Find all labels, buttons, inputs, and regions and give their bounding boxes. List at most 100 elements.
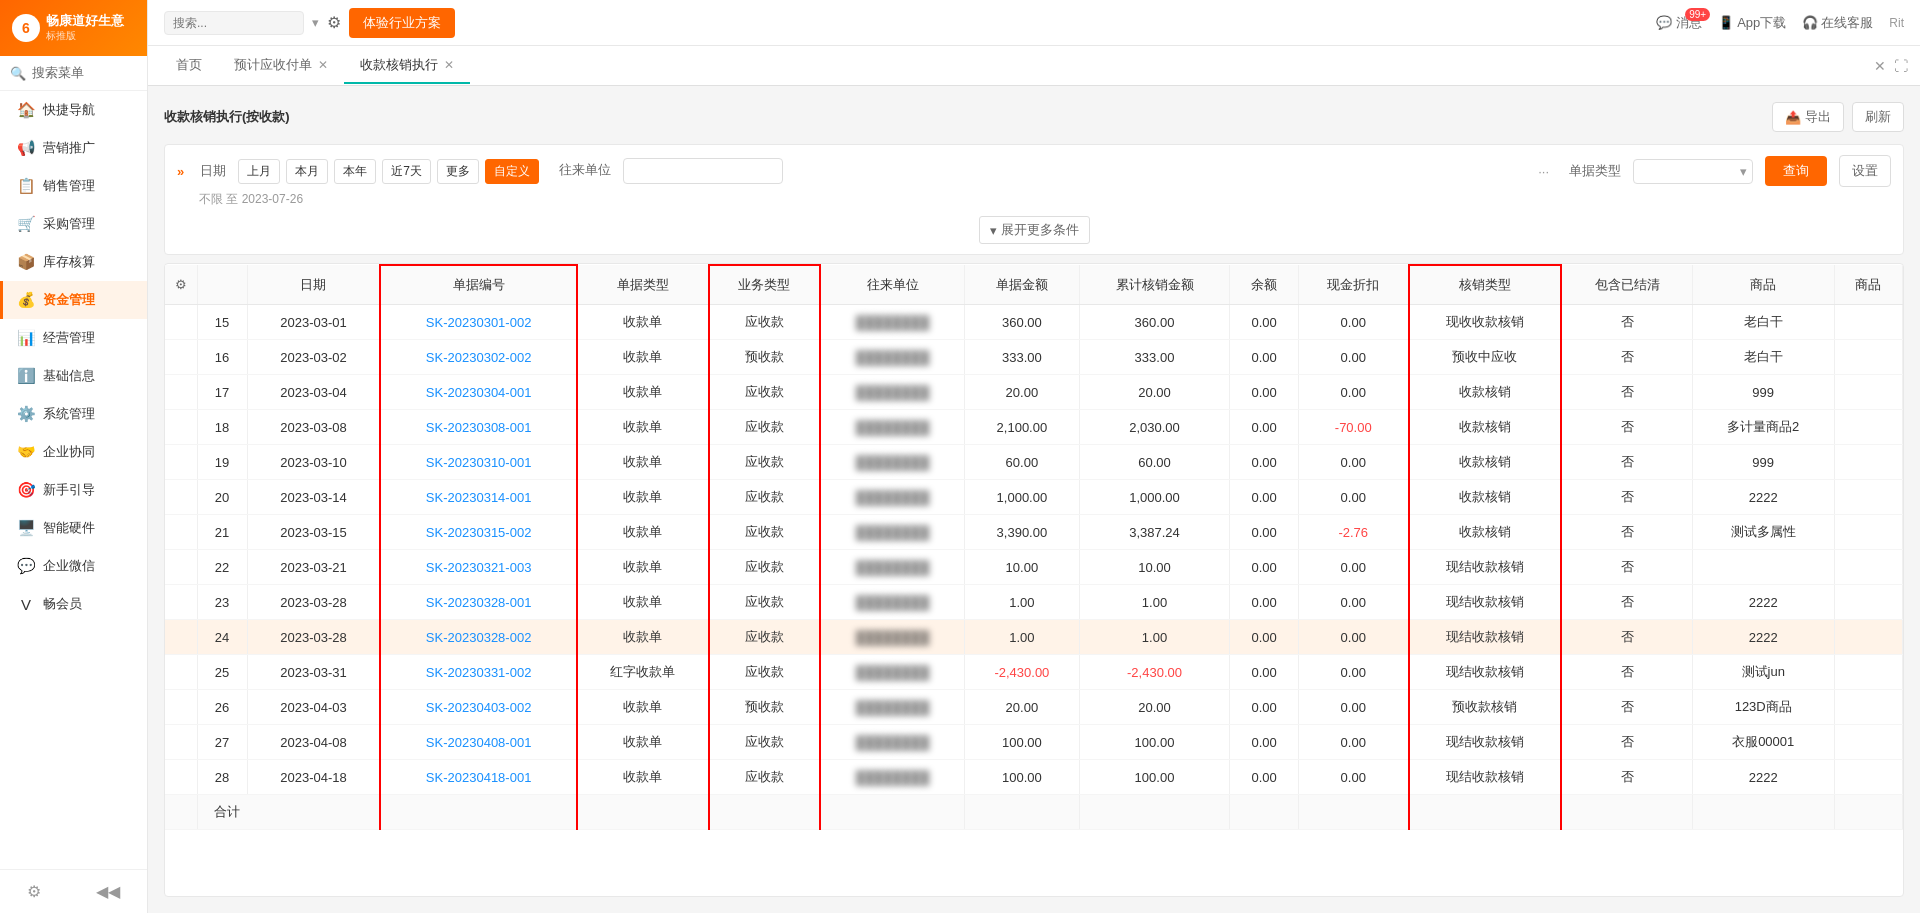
doc-no-link[interactable]: SK-20230321-003	[426, 560, 532, 575]
app-download-link[interactable]: 📱 App下载	[1718, 14, 1786, 32]
th-writeoff-type: 核销类型	[1409, 265, 1562, 305]
tab-receivable[interactable]: 收款核销执行 ✕	[344, 48, 470, 84]
settings-small-button[interactable]: 设置	[1839, 155, 1891, 187]
industry-solution-button[interactable]: 体验行业方案	[349, 8, 455, 38]
last-7-days-btn[interactable]: 近7天	[382, 159, 431, 184]
sidebar-item-sales[interactable]: 📋 销售管理	[0, 167, 147, 205]
topbar-settings-icon[interactable]: ⚙	[327, 13, 341, 32]
topbar-right: 💬 消息 99+ 📱 App下载 🎧 在线客服 Rit	[1656, 14, 1904, 32]
query-button[interactable]: 查询	[1765, 156, 1827, 186]
doc-no-link[interactable]: SK-20230328-001	[426, 595, 532, 610]
totals-label: 合计	[197, 795, 380, 830]
topbar-dropdown-icon[interactable]: ▾	[312, 15, 319, 30]
th-product: 商品	[1692, 265, 1834, 305]
expand-conditions-button[interactable]: ▾ 展开更多条件	[979, 216, 1090, 244]
export-button[interactable]: 📤 导出	[1772, 102, 1844, 132]
sidebar-search[interactable]: 🔍 搜索菜单	[0, 56, 147, 91]
column-settings-th[interactable]: ⚙	[165, 265, 197, 305]
expand-tab-icon[interactable]: ⛶	[1894, 58, 1908, 74]
doc-no-link[interactable]: SK-20230314-001	[426, 490, 532, 505]
sidebar-item-system[interactable]: ⚙️ 系统管理	[0, 395, 147, 433]
sidebar-item-basic[interactable]: ℹ️ 基础信息	[0, 357, 147, 395]
topbar-search-input[interactable]	[164, 11, 304, 35]
table-row: 23 2023-03-28 SK-20230328-001 收款单 应收款 ██…	[165, 585, 1903, 620]
sidebar-menu: 🏠 快捷导航 📢 营销推广 📋 销售管理 🛒 采购管理 📦 库存核算 💰 资金管…	[0, 91, 147, 869]
sidebar-item-quicknav[interactable]: 🏠 快捷导航	[0, 91, 147, 129]
tab-receivable-close[interactable]: ✕	[444, 58, 454, 72]
table-row: 25 2023-03-31 SK-20230331-002 红字收款单 应收款 …	[165, 655, 1903, 690]
filter-toggle-button[interactable]: »	[177, 164, 184, 179]
export-icon: 📤	[1785, 110, 1801, 125]
filter-bar: » 日期 上月 本月 本年 近7天 更多 自定义 往来单位 ··· 单据类型	[164, 144, 1904, 255]
hardware-icon: 🖥️	[17, 519, 35, 537]
page-title: 收款核销执行(按收款)	[164, 108, 290, 126]
close-all-tab-icon[interactable]: ✕	[1874, 58, 1886, 74]
date-range-label: 不限 至 2023-07-26	[199, 191, 1891, 208]
doc-no-link[interactable]: SK-20230302-002	[426, 350, 532, 365]
th-doc-no: 单据编号	[380, 265, 576, 305]
th-total-writeoff: 累计核销金额	[1079, 265, 1230, 305]
doc-no-link[interactable]: SK-20230408-001	[426, 735, 532, 750]
sidebar-item-finance[interactable]: 💰 资金管理	[0, 281, 147, 319]
headset-icon: 🎧	[1802, 15, 1818, 30]
table-wrapper: ⚙ 日期 单据编号 单据类型 业务类型 往来单位 单据金额 累计核销金额 余额 …	[164, 263, 1904, 897]
date-label: 日期	[200, 162, 226, 180]
this-year-btn[interactable]: 本年	[334, 159, 376, 184]
marketing-icon: 📢	[17, 139, 35, 157]
doc-no-link[interactable]: SK-20230315-002	[426, 525, 532, 540]
table-row: 27 2023-04-08 SK-20230408-001 收款单 应收款 ██…	[165, 725, 1903, 760]
doc-type-select[interactable]	[1633, 159, 1753, 184]
user-name: Rit	[1889, 16, 1904, 30]
totals-row: 合计	[165, 795, 1903, 830]
tab-payable[interactable]: 预计应收付单 ✕	[218, 48, 344, 84]
doc-no-link[interactable]: SK-20230308-001	[426, 420, 532, 435]
doc-no-link[interactable]: SK-20230304-001	[426, 385, 532, 400]
last-month-btn[interactable]: 上月	[238, 159, 280, 184]
sidebar-item-operation[interactable]: 📊 经营管理	[0, 319, 147, 357]
doc-no-link[interactable]: SK-20230331-002	[426, 665, 532, 680]
wechat-icon: 💬	[17, 557, 35, 575]
partner-input[interactable]	[623, 158, 783, 184]
sidebar-item-guide[interactable]: 🎯 新手引导	[0, 471, 147, 509]
sidebar-bottom: ⚙ ◀◀	[0, 869, 147, 913]
message-button[interactable]: 💬 消息 99+	[1656, 14, 1702, 32]
data-table: ⚙ 日期 单据编号 单据类型 业务类型 往来单位 单据金额 累计核销金额 余额 …	[165, 264, 1903, 830]
sidebar-item-hardware[interactable]: 🖥️ 智能硬件	[0, 509, 147, 547]
th-no	[197, 265, 247, 305]
collapse-icon[interactable]: ◀◀	[88, 878, 128, 905]
tabs: 首页 预计应收付单 ✕ 收款核销执行 ✕ ✕ ⛶	[148, 46, 1920, 86]
tab-home[interactable]: 首页	[160, 48, 218, 84]
table-row: 16 2023-03-02 SK-20230302-002 收款单 预收款 ██…	[165, 340, 1903, 375]
online-support-link[interactable]: 🎧 在线客服	[1802, 14, 1873, 32]
chevron-down-icon: ▾	[990, 223, 997, 238]
th-cash-discount: 现金折扣	[1298, 265, 1408, 305]
th-product2: 商品	[1834, 265, 1902, 305]
th-date: 日期	[247, 265, 380, 305]
sidebar-item-wechat[interactable]: 💬 企业微信	[0, 547, 147, 585]
sidebar-item-purchase[interactable]: 🛒 采购管理	[0, 205, 147, 243]
message-icon: 💬	[1656, 15, 1672, 30]
content: 收款核销执行(按收款) 📤 导出 刷新 » 日期 上月 本月 本年	[148, 86, 1920, 913]
more-date-btn[interactable]: 更多	[437, 159, 479, 184]
tab-payable-close[interactable]: ✕	[318, 58, 328, 72]
th-balance: 余额	[1230, 265, 1298, 305]
sidebar-item-vip[interactable]: V 畅会员	[0, 585, 147, 623]
sidebar-item-marketing[interactable]: 📢 营销推广	[0, 129, 147, 167]
settings-bottom-icon[interactable]: ⚙	[19, 878, 49, 905]
refresh-button[interactable]: 刷新	[1852, 102, 1904, 132]
sidebar-item-corp[interactable]: 🤝 企业协同	[0, 433, 147, 471]
custom-date-btn[interactable]: 自定义	[485, 159, 539, 184]
doc-no-link[interactable]: SK-20230301-002	[426, 315, 532, 330]
logo-text: 畅康道好生意 标推版	[46, 13, 124, 44]
doc-no-link[interactable]: SK-20230418-001	[426, 770, 532, 785]
sidebar-item-stock[interactable]: 📦 库存核算	[0, 243, 147, 281]
th-include-cleared: 包含已结清	[1561, 265, 1692, 305]
logo-icon: 6	[12, 14, 40, 42]
table-row: 15 2023-03-01 SK-20230301-002 收款单 应收款 ██…	[165, 305, 1903, 340]
doc-no-link[interactable]: SK-20230403-002	[426, 700, 532, 715]
table-row: 22 2023-03-21 SK-20230321-003 收款单 应收款 ██…	[165, 550, 1903, 585]
date-buttons: 上月 本月 本年 近7天 更多 自定义	[238, 159, 539, 184]
doc-no-link[interactable]: SK-20230310-001	[426, 455, 532, 470]
doc-no-link[interactable]: SK-20230328-002	[426, 630, 532, 645]
this-month-btn[interactable]: 本月	[286, 159, 328, 184]
